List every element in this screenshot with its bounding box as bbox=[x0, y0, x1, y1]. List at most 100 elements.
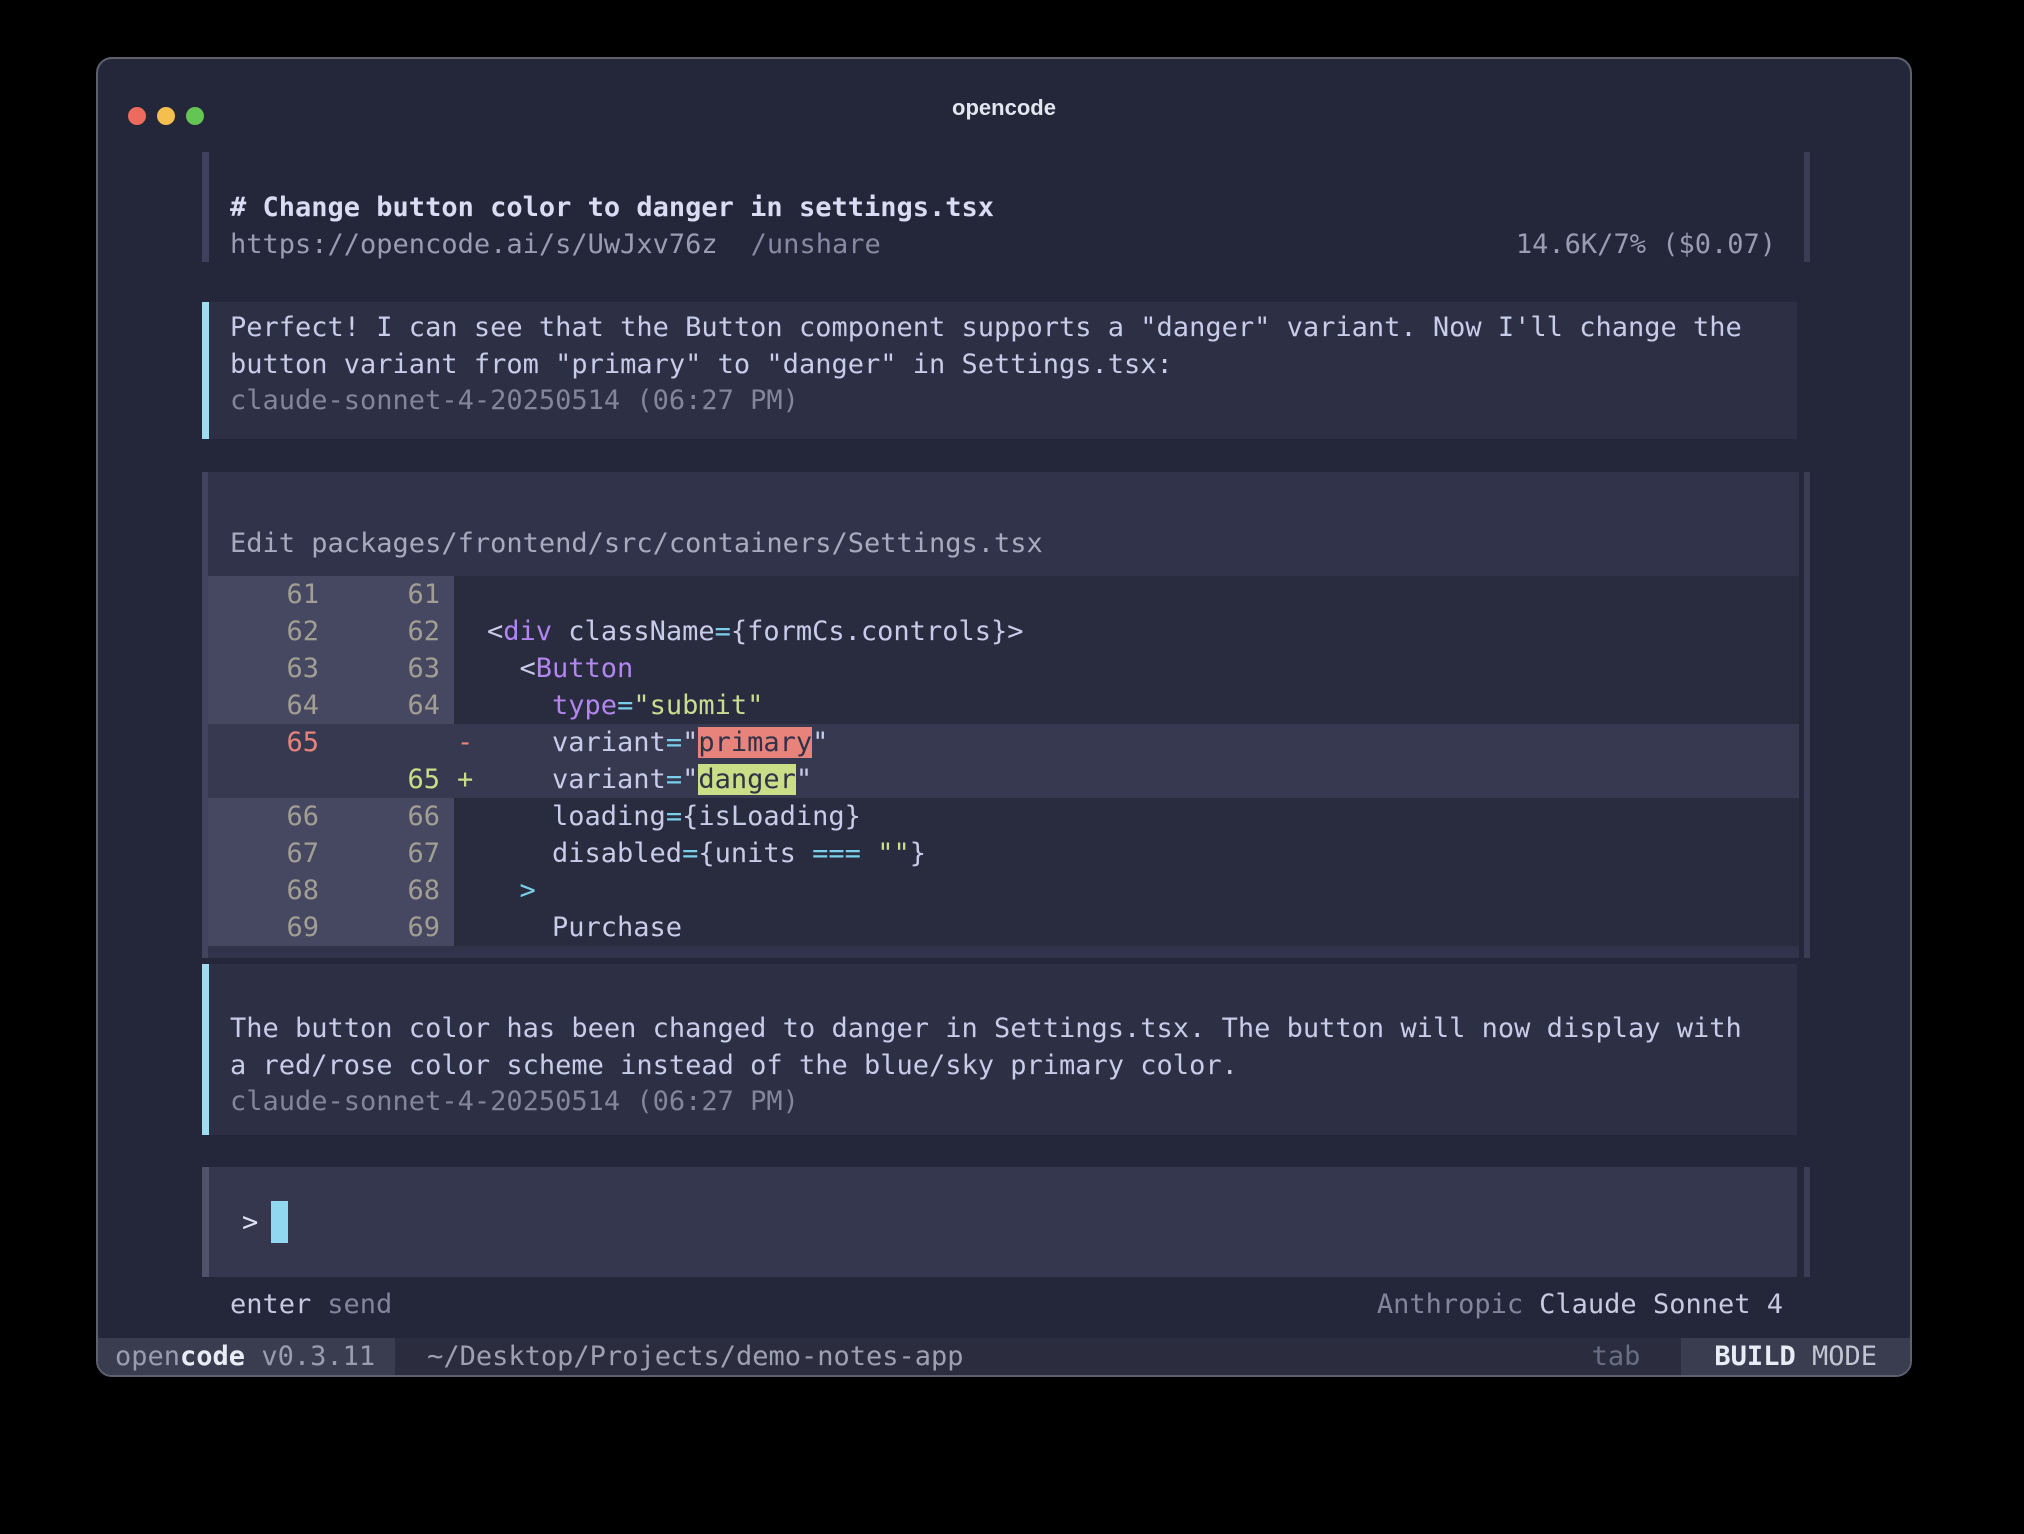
line-number-old: 69 bbox=[208, 909, 333, 946]
code-token bbox=[487, 875, 520, 906]
mode-toggle-key-hint: tab bbox=[1592, 1341, 1641, 1372]
code-line: + variant="danger" bbox=[454, 761, 1799, 798]
line-number-new: 66 bbox=[333, 798, 454, 835]
code-token: = bbox=[666, 801, 682, 832]
code-line: <Button bbox=[454, 650, 1799, 687]
diff-row: 6161 bbox=[208, 576, 1799, 613]
mode-suffix-label: MODE bbox=[1812, 1341, 1877, 1372]
line-number-old: 64 bbox=[208, 687, 333, 724]
app-name-suffix: code bbox=[180, 1341, 245, 1372]
diff-row: 65+ variant="danger" bbox=[208, 761, 1799, 798]
diff-row: 6666 loading={isLoading} bbox=[208, 798, 1799, 835]
code-token: = bbox=[617, 690, 633, 721]
assistant-message: The button color has been changed to dan… bbox=[202, 964, 1797, 1135]
message-lines: The button color has been changed to dan… bbox=[230, 1011, 1797, 1084]
opencode-terminal-window: opencode # Change button color to danger… bbox=[96, 57, 1912, 1377]
code-token: < bbox=[487, 653, 536, 684]
header-scrollbar[interactable] bbox=[1804, 152, 1810, 262]
code-line: Purchase bbox=[454, 909, 1799, 946]
edit-file-path: Edit packages/frontend/src/containers/Se… bbox=[208, 472, 1799, 576]
share-url-row: https://opencode.ai/s/UwJxv76z/unshare bbox=[230, 229, 881, 260]
code-token: " bbox=[682, 727, 698, 758]
code-token: {isLoading} bbox=[682, 801, 861, 832]
code-token: {formCs.controls} bbox=[731, 616, 1007, 647]
input-scrollbar[interactable] bbox=[1804, 1167, 1810, 1277]
line-number-new: 61 bbox=[333, 576, 454, 613]
code-token: = bbox=[666, 727, 682, 758]
header-left-rule bbox=[202, 152, 209, 262]
edit-card-scrollbar[interactable] bbox=[1804, 472, 1810, 958]
code-token: loading bbox=[487, 801, 666, 832]
window-titlebar: opencode bbox=[98, 59, 1910, 143]
code-token: = bbox=[666, 764, 682, 795]
code-token: " bbox=[812, 727, 828, 758]
line-number-old: 68 bbox=[208, 872, 333, 909]
code-token: < bbox=[487, 616, 503, 647]
line-number-old: 63 bbox=[208, 650, 333, 687]
code-token: variant bbox=[487, 727, 666, 758]
code-token: "submit" bbox=[633, 690, 763, 721]
code-token: "" bbox=[877, 838, 910, 869]
message-text-line: The button color has been changed to dan… bbox=[230, 1011, 1797, 1048]
prompt-input[interactable]: > bbox=[202, 1167, 1797, 1277]
code-line: - variant="primary" bbox=[454, 724, 1799, 761]
line-number-old: 61 bbox=[208, 576, 333, 613]
app-version: v0.3.11 bbox=[261, 1341, 375, 1372]
diff-row: 6363 <Button bbox=[208, 650, 1799, 687]
diff-sign: + bbox=[454, 761, 487, 798]
code-line bbox=[454, 576, 1799, 613]
line-number-old: 62 bbox=[208, 613, 333, 650]
model-provider: Anthropic bbox=[1377, 1289, 1523, 1320]
diff-row: 65- variant="primary" bbox=[208, 724, 1799, 761]
share-url-link[interactable]: https://opencode.ai/s/UwJxv76z bbox=[230, 229, 718, 260]
line-number-old: 66 bbox=[208, 798, 333, 835]
diff-row: 6969 Purchase bbox=[208, 909, 1799, 946]
send-hint: enter send bbox=[230, 1290, 392, 1320]
diff-row: 6767 disabled={units === ""} bbox=[208, 835, 1799, 872]
status-bar: opencode v0.3.11 ~/Desktop/Projects/demo… bbox=[98, 1338, 1910, 1375]
message-text-line: a red/rose color scheme instead of the b… bbox=[230, 1048, 1797, 1085]
line-number-new: 67 bbox=[333, 835, 454, 872]
model-timestamp: claude-sonnet-4-20250514 (06:27 PM) bbox=[230, 383, 1797, 420]
code-token: > bbox=[520, 875, 536, 906]
code-token: type bbox=[552, 690, 617, 721]
code-line: disabled={units === ""} bbox=[454, 835, 1799, 872]
diff-sign: - bbox=[454, 724, 487, 761]
diff-row: 6262<div className={formCs.controls}> bbox=[208, 613, 1799, 650]
diff-row: 6868 > bbox=[208, 872, 1799, 909]
code-token: " bbox=[796, 764, 812, 795]
hint-key-label: enter bbox=[230, 1289, 311, 1320]
unshare-command[interactable]: /unshare bbox=[751, 229, 881, 260]
line-number-new: 64 bbox=[333, 687, 454, 724]
code-line: > bbox=[454, 872, 1799, 909]
app-name-prefix: open bbox=[115, 1341, 180, 1372]
line-number-new: 68 bbox=[333, 872, 454, 909]
build-mode-chip[interactable]: BUILD MODE bbox=[1681, 1338, 1910, 1375]
line-number-new: 69 bbox=[333, 909, 454, 946]
model-name: Claude Sonnet 4 bbox=[1539, 1289, 1783, 1320]
line-number-new: 65 bbox=[333, 761, 454, 798]
line-number-new: 62 bbox=[333, 613, 454, 650]
code-token: === bbox=[812, 838, 861, 869]
hint-action-label: send bbox=[327, 1289, 392, 1320]
code-token: div bbox=[503, 616, 552, 647]
token-usage-cost: 14.6K/7% ($0.07) bbox=[1516, 229, 1776, 260]
window-title: opencode bbox=[98, 95, 1910, 121]
code-token: > bbox=[1007, 616, 1023, 647]
diff-view: 61616262<div className={formCs.controls}… bbox=[208, 576, 1799, 946]
code-token: primary bbox=[698, 727, 812, 758]
working-directory: ~/Desktop/Projects/demo-notes-app bbox=[427, 1341, 1592, 1372]
assistant-message: Perfect! I can see that the Button compo… bbox=[202, 302, 1797, 439]
edit-tool-card: Edit packages/frontend/src/containers/Se… bbox=[202, 472, 1799, 958]
code-line: loading={isLoading} bbox=[454, 798, 1799, 835]
text-cursor bbox=[271, 1201, 288, 1243]
line-number-new: 63 bbox=[333, 650, 454, 687]
model-indicator: Anthropic Claude Sonnet 4 bbox=[1377, 1290, 1783, 1320]
code-token bbox=[861, 838, 877, 869]
code-token: } bbox=[910, 838, 926, 869]
diff-row: 6464 type="submit" bbox=[208, 687, 1799, 724]
code-line: <div className={formCs.controls}> bbox=[454, 613, 1799, 650]
line-number-new bbox=[333, 724, 454, 761]
line-number-old: 65 bbox=[208, 724, 333, 761]
code-token bbox=[487, 690, 552, 721]
